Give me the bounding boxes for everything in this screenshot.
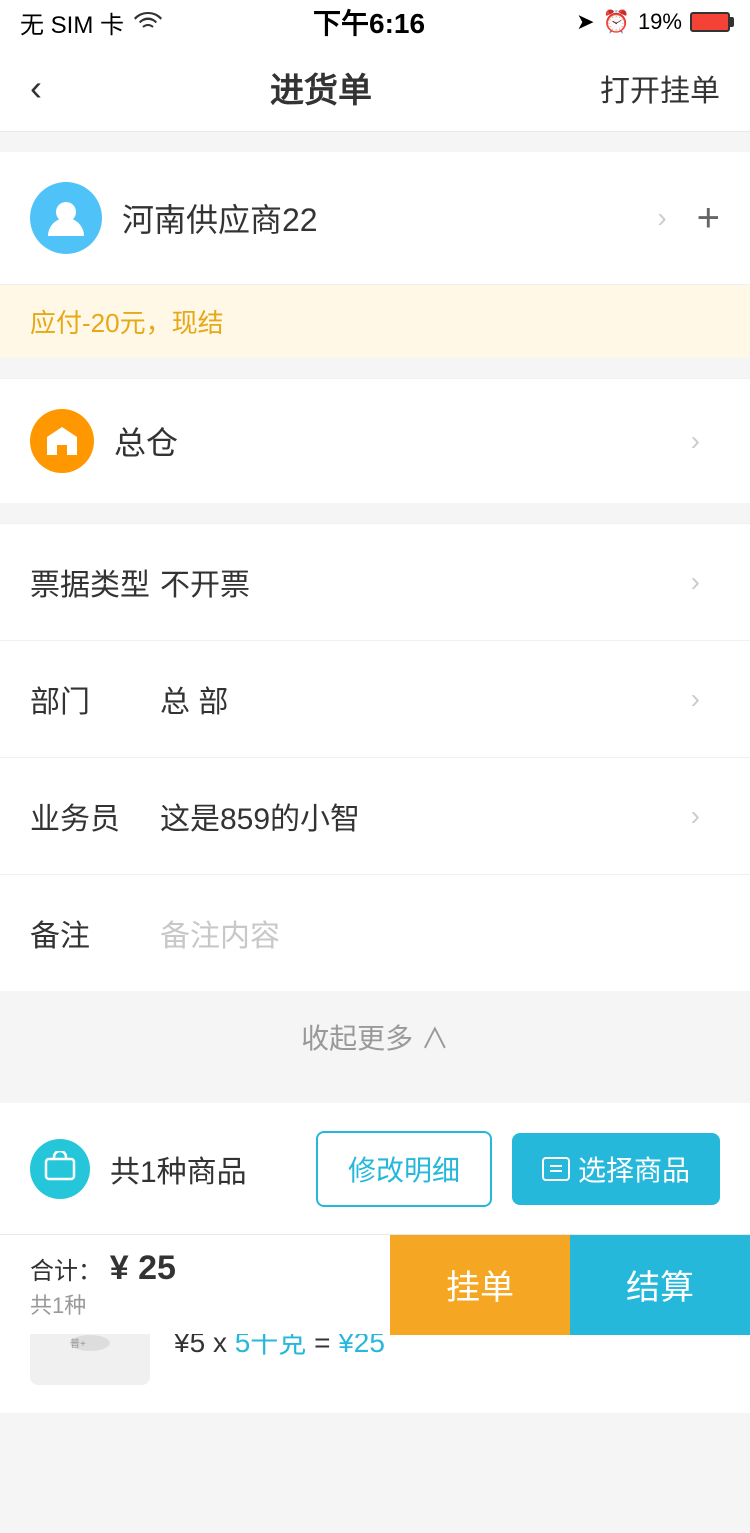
warehouse-icon <box>30 409 94 473</box>
open-hang-button[interactable]: 打开挂单 <box>600 66 720 110</box>
nav-bar: ‹ 进货单 打开挂单 <box>0 44 750 132</box>
total-row: 合计： ¥ 25 <box>30 1249 360 1288</box>
salesman-label: 业务员 <box>30 794 160 838</box>
supplier-chevron-icon: › <box>657 202 666 234</box>
alarm-icon: ⏰ <box>603 9 630 35</box>
salesman-value: 这是859的小智 <box>160 794 691 838</box>
add-supplier-button[interactable]: + <box>697 196 720 241</box>
gap-2 <box>0 358 750 378</box>
salesman-row[interactable]: 业务员 这是859的小智 › <box>0 757 750 874</box>
supplier-card: 河南供应商22 › + 应付-20元，现结 <box>0 152 750 358</box>
total-label: 合计： <box>30 1258 102 1285</box>
salesman-chevron-icon: › <box>691 800 700 832</box>
total-count: 共1种 <box>30 1288 360 1320</box>
select-product-button[interactable]: 选择商品 <box>512 1133 720 1205</box>
status-right: ➤ ⏰ 19% <box>576 9 730 35</box>
remarks-placeholder: 备注内容 <box>160 911 720 955</box>
invoice-value: 不开票 <box>160 560 691 604</box>
department-value: 总 部 <box>160 677 691 721</box>
page-title: 进货单 <box>270 63 372 112</box>
total-section: 合计： ¥ 25 共1种 <box>0 1249 390 1320</box>
total-amount: ¥ 25 <box>110 1249 176 1287</box>
invoice-row[interactable]: 票据类型 不开票 › <box>0 523 750 640</box>
hang-button[interactable]: 挂单 <box>390 1235 570 1335</box>
department-label: 部门 <box>30 677 160 721</box>
battery-percent: 19% <box>638 9 682 35</box>
form-card: 票据类型 不开票 › 部门 总 部 › 业务员 这是859的小智 › 备注 备注… <box>0 523 750 991</box>
bottom-spacer <box>0 1413 750 1533</box>
product-count-label: 共1种商品 <box>110 1147 296 1191</box>
gap-1 <box>0 132 750 152</box>
wifi-icon <box>134 8 162 37</box>
location-icon: ➤ <box>576 9 594 35</box>
carrier-text: 无 SIM 卡 <box>20 5 124 40</box>
status-left: 无 SIM 卡 <box>20 5 162 40</box>
department-row[interactable]: 部门 总 部 › <box>0 640 750 757</box>
status-time: 下午6:16 <box>313 2 425 42</box>
warning-banner: 应付-20元，现结 <box>0 285 750 358</box>
status-bar: 无 SIM 卡 下午6:16 ➤ ⏰ 19% <box>0 0 750 44</box>
select-product-label: 选择商品 <box>578 1149 690 1189</box>
remarks-label: 备注 <box>30 911 160 955</box>
battery-icon <box>690 12 730 32</box>
product-header: 共1种商品 修改明细 选择商品 <box>0 1103 750 1235</box>
collapse-toggle[interactable]: 收起更多 ∧ <box>0 991 750 1083</box>
remarks-row[interactable]: 备注 备注内容 <box>0 874 750 991</box>
gap-3 <box>0 503 750 523</box>
edit-detail-button[interactable]: 修改明细 <box>316 1131 492 1207</box>
supplier-row[interactable]: 河南供应商22 › + <box>0 152 750 285</box>
settle-button[interactable]: 结算 <box>570 1235 750 1335</box>
supplier-name: 河南供应商22 <box>122 195 657 241</box>
gap-4 <box>0 1083 750 1103</box>
svg-text:普+: 普+ <box>70 1337 86 1350</box>
invoice-label: 票据类型 <box>30 560 160 604</box>
back-button[interactable]: ‹ <box>30 67 42 109</box>
invoice-chevron-icon: › <box>691 566 700 598</box>
bottom-bar: 合计： ¥ 25 共1种 挂单 结算 <box>0 1234 750 1334</box>
warehouse-name: 总仓 <box>114 418 691 464</box>
warehouse-row[interactable]: 总仓 › <box>0 378 750 503</box>
department-chevron-icon: › <box>691 683 700 715</box>
supplier-avatar <box>30 182 102 254</box>
product-icon <box>30 1139 90 1199</box>
warehouse-chevron-icon: › <box>691 425 700 457</box>
